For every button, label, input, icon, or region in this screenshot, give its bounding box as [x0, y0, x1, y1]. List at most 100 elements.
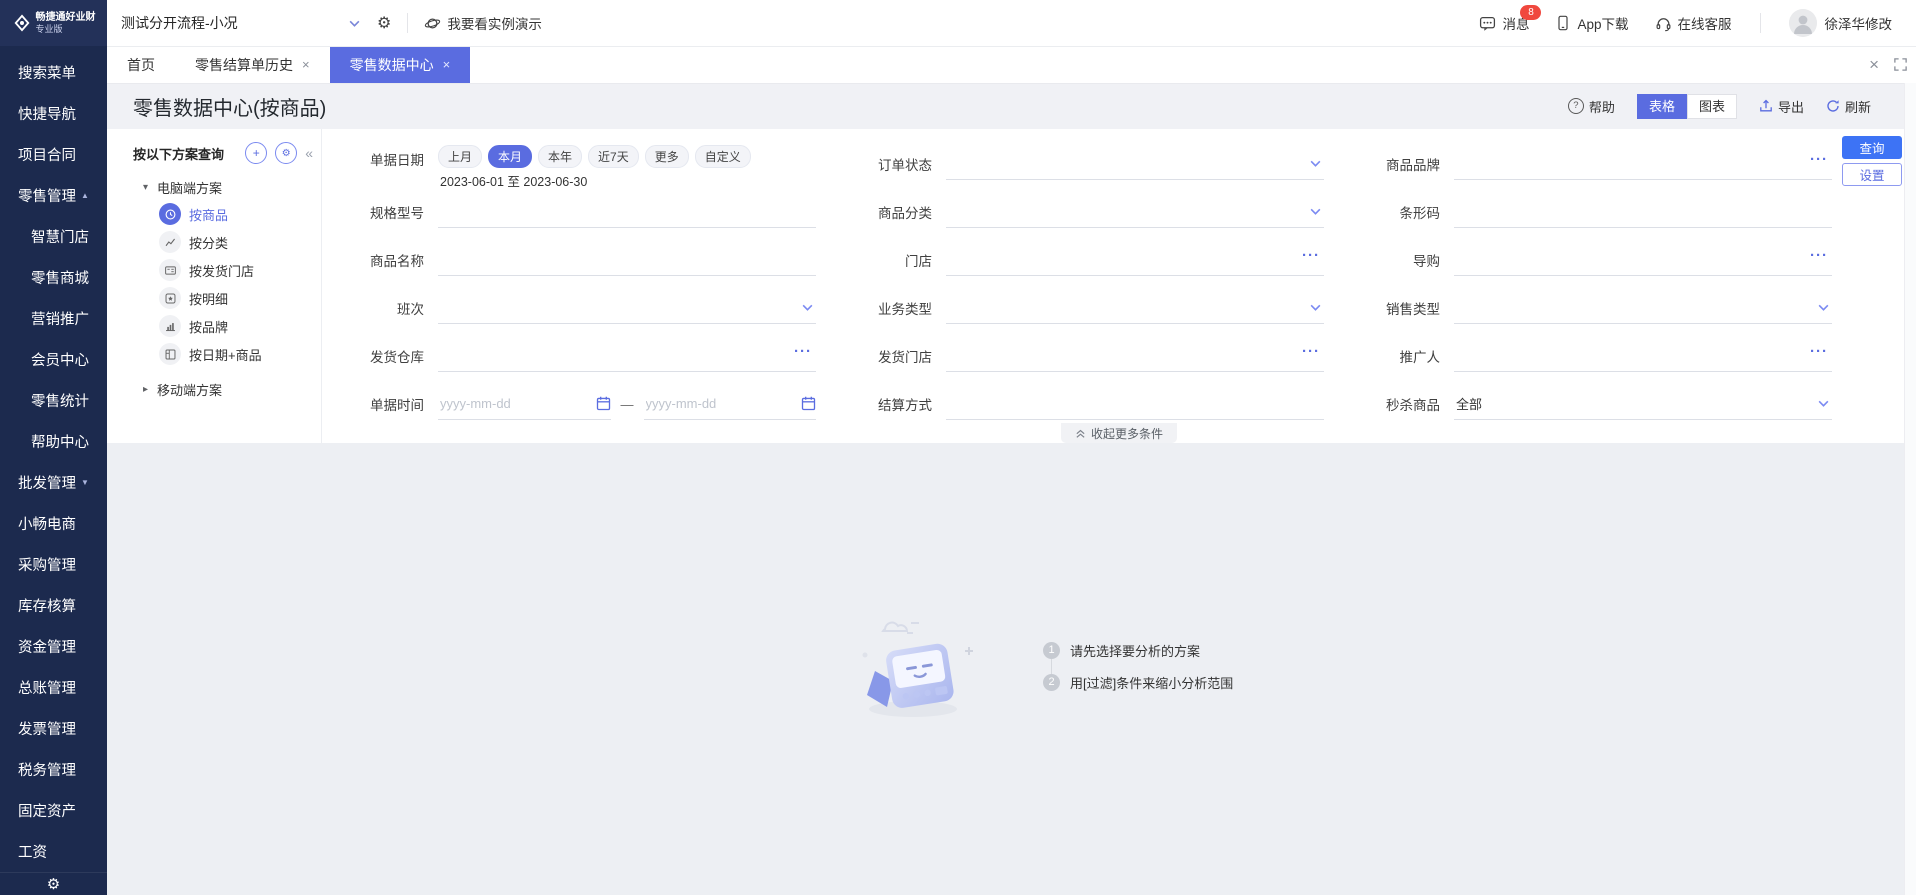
sidebar-item-fixed-assets[interactable]: 固定资产	[0, 790, 107, 831]
tab-retail-data-center[interactable]: 零售数据中心 ×	[329, 46, 471, 83]
settings-button[interactable]: 设置	[1842, 163, 1902, 186]
collapse-more-conditions-button[interactable]: 收起更多条件	[1060, 423, 1178, 443]
scrollbar-track[interactable]	[1904, 83, 1916, 895]
sidebar-item-project-contract[interactable]: 项目合同	[0, 134, 107, 175]
messages-badge: 8	[1520, 5, 1542, 20]
sidebar-item-tax-mgmt[interactable]: 税务管理	[0, 749, 107, 790]
seckill-value: 全部	[1456, 397, 1483, 412]
user-menu[interactable]: 徐泽华修改	[1788, 9, 1892, 37]
plan-settings-button[interactable]: ⚙	[275, 142, 298, 164]
tree-item-by-category[interactable]: 按分类	[107, 228, 321, 256]
sidebar-item-search-menu[interactable]: 搜索菜单	[0, 52, 107, 93]
ship-store-picker[interactable]: ···	[946, 341, 1324, 372]
help-icon: ?	[1567, 98, 1584, 114]
refresh-icon	[1827, 100, 1839, 112]
avatar	[1788, 9, 1817, 37]
tree-group-mobile[interactable]: ▸ 移动端方案	[107, 376, 321, 402]
sidebar-item-retail-mgmt[interactable]: 零售管理 ▲	[0, 175, 107, 216]
business-type-select[interactable]	[946, 293, 1324, 324]
tree-item-by-detail[interactable]: 按明细	[107, 284, 321, 312]
spec-model-input[interactable]	[438, 197, 816, 228]
online-service-button[interactable]: 在线客服	[1655, 13, 1732, 33]
promoter-picker[interactable]: ···	[1454, 341, 1832, 372]
tree-item-by-brand[interactable]: 按品牌	[107, 312, 321, 340]
sidebar-item-smart-store[interactable]: 智慧门店	[0, 216, 107, 257]
sidebar-item-purchase-mgmt[interactable]: 采购管理	[0, 544, 107, 585]
sidebar-item-label: 发票管理	[18, 722, 76, 738]
filter-label: 门店	[905, 254, 932, 269]
pill-custom[interactable]: 自定义	[694, 144, 751, 168]
sidebar-item-wholesale-mgmt[interactable]: 批发管理 ▼	[0, 462, 107, 503]
pill-this-year[interactable]: 本年	[538, 144, 583, 168]
double-chevron-up-icon	[1076, 429, 1085, 438]
product-name-input[interactable]	[438, 245, 816, 276]
export-button[interactable]: 导出	[1759, 97, 1804, 116]
sidebar-item-inventory-accounting[interactable]: 库存核算	[0, 585, 107, 626]
collapse-panel-icon[interactable]: «	[305, 145, 313, 161]
tab-retail-settlement-history[interactable]: 零售结算单历史 ×	[175, 46, 330, 83]
barcode-input[interactable]	[1454, 197, 1832, 228]
sidebar-item-invoice-mgmt[interactable]: 发票管理	[0, 708, 107, 749]
settle-method-input[interactable]	[946, 389, 1324, 420]
close-icon[interactable]: ×	[1869, 55, 1879, 75]
messages-button[interactable]: 消息 8	[1479, 5, 1542, 33]
calendar-icon[interactable]	[801, 396, 816, 411]
close-icon[interactable]: ×	[302, 57, 310, 72]
shift-select[interactable]	[438, 293, 816, 324]
seckill-select[interactable]: 全部	[1454, 389, 1832, 420]
calendar-icon[interactable]	[596, 396, 611, 411]
sidebar-item-retail-stats[interactable]: 零售统计	[0, 380, 107, 421]
doc-time-start-input[interactable]	[438, 395, 546, 412]
sidebar-item-xiaochang-ecom[interactable]: 小畅电商	[0, 503, 107, 544]
query-button[interactable]: 查询	[1842, 136, 1902, 159]
workspace-select[interactable]: 测试分开流程-小况	[121, 13, 361, 33]
sidebar-item-marketing[interactable]: 营销推广	[0, 298, 107, 339]
filter-label: 条形码	[1399, 206, 1441, 221]
close-icon[interactable]: ×	[443, 57, 451, 72]
product-category-select[interactable]	[946, 197, 1324, 228]
sidebar-item-retail-mall[interactable]: 零售商城	[0, 257, 107, 298]
filter-product-brand: 商品品牌 ···	[1358, 149, 1832, 180]
store-picker[interactable]: ···	[946, 245, 1324, 276]
tree-item-label: 按商品	[189, 207, 229, 223]
tree-item-by-ship-store[interactable]: 按发货门店	[107, 256, 321, 284]
sidebar-item-member-center[interactable]: 会员中心	[0, 339, 107, 380]
guide-picker[interactable]: ···	[1454, 245, 1832, 276]
filter-shift: 班次	[342, 293, 816, 324]
refresh-button[interactable]: 刷新	[1826, 97, 1871, 116]
fullscreen-icon[interactable]	[1893, 57, 1908, 72]
pill-more[interactable]: 更多	[644, 144, 689, 168]
app-logo[interactable]: 畅捷通好业财 专业版	[0, 0, 107, 46]
pill-this-month[interactable]: 本月	[488, 144, 533, 168]
doc-time-end-input[interactable]	[643, 395, 751, 412]
order-status-select[interactable]	[946, 149, 1324, 180]
sidebar-item-payroll[interactable]: 工资	[0, 831, 107, 872]
demo-link[interactable]: 我要看实例演示	[424, 13, 542, 33]
sidebar-item-quick-nav[interactable]: 快捷导航	[0, 93, 107, 134]
divider	[407, 13, 409, 33]
chevron-down-icon	[1817, 397, 1830, 410]
empty-steps: 1 请先选择要分析的方案 2 用[过滤]条件来缩小分析范围	[1043, 641, 1233, 692]
sales-type-select[interactable]	[1454, 293, 1832, 324]
add-plan-button[interactable]: +	[245, 142, 268, 164]
pill-last-month[interactable]: 上月	[438, 144, 483, 168]
help-button[interactable]: ? 帮助	[1567, 97, 1615, 116]
app-download-button[interactable]: App下载	[1555, 13, 1629, 33]
chart-view-button[interactable]: 图表	[1686, 93, 1737, 119]
page-title: 零售数据中心(按商品)	[133, 97, 327, 120]
sidebar-item-help-center[interactable]: 帮助中心	[0, 421, 107, 462]
tree-item-by-product[interactable]: 按商品	[107, 200, 321, 228]
product-brand-picker[interactable]: ···	[1454, 149, 1832, 180]
tree-group-pc[interactable]: ▾ 电脑端方案	[107, 174, 321, 200]
gear-icon[interactable]: ⚙	[377, 13, 391, 33]
table-view-button[interactable]: 表格	[1636, 93, 1687, 119]
sidebar-gear-icon[interactable]: ⚙	[0, 872, 107, 895]
tree-item-by-date-product[interactable]: 按日期+商品	[107, 340, 321, 368]
divider	[1759, 13, 1761, 33]
date-separator: —	[620, 396, 634, 412]
ship-warehouse-picker[interactable]: ···	[438, 341, 816, 372]
sidebar-item-general-ledger[interactable]: 总账管理	[0, 667, 107, 708]
pill-last-7-days[interactable]: 近7天	[588, 144, 639, 168]
tab-home[interactable]: 首页	[107, 46, 175, 83]
sidebar-item-funds-mgmt[interactable]: 资金管理	[0, 626, 107, 667]
